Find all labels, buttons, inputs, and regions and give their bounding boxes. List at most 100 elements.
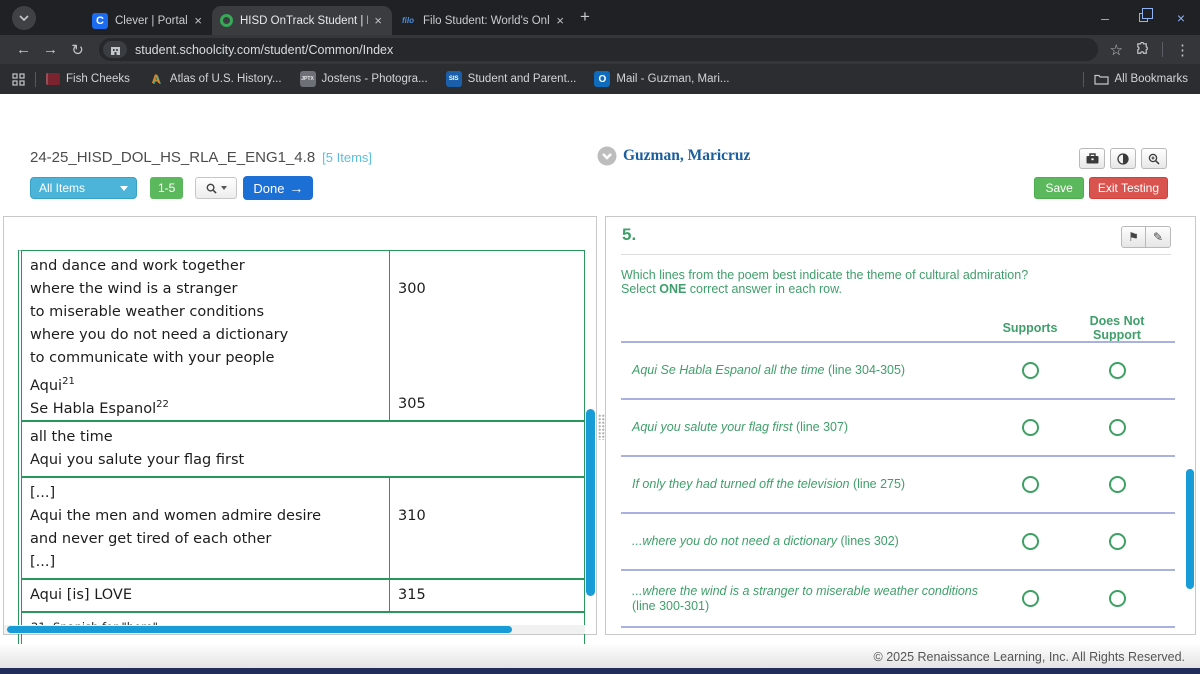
answer-row-label: ...where you do not need a dictionary (l… (632, 534, 899, 548)
back-button[interactable]: ← (10, 41, 37, 58)
radio-supports[interactable] (1022, 476, 1039, 493)
line-number: 300 (398, 281, 426, 297)
radio-does-not-support[interactable] (1109, 533, 1126, 550)
radio-supports[interactable] (1022, 533, 1039, 550)
window-restore-button[interactable] (1124, 0, 1162, 35)
answer-row-label: Aqui Se Habla Espanol all the time (line… (632, 363, 906, 377)
window-minimize-button[interactable]: – (1086, 0, 1124, 35)
extensions-icon[interactable] (1135, 42, 1150, 57)
bookmark-item[interactable]: SIS Student and Parent... (445, 71, 576, 87)
poem-line-numbers: 315 (390, 580, 584, 611)
question-vertical-scrollbar[interactable] (1186, 469, 1194, 589)
poem-line-numbers: 310 (390, 478, 584, 578)
tab-close-icon[interactable]: × (192, 13, 204, 28)
line-number (398, 528, 584, 551)
bookmark-item[interactable]: A Atlas of U.S. History... (148, 71, 282, 87)
contrast-button[interactable] (1110, 148, 1136, 169)
items-count-badge: [5 Items] (322, 150, 373, 165)
answer-row-label: ...where the wind is a stranger to miser… (632, 583, 979, 613)
student-header: Guzman, Maricruz (597, 146, 750, 166)
poem-stanza: [...] Aqui the men and women admire desir… (22, 478, 584, 580)
poem-stanza: and dance and work together where the win… (22, 251, 584, 422)
bookmark-label: Jostens - Photogra... (321, 73, 428, 85)
passage-vertical-scrollbar[interactable] (586, 409, 595, 596)
radio-does-not-support[interactable] (1109, 362, 1126, 379)
notes-button[interactable]: ✎ (1146, 226, 1171, 248)
poem-line-numbers: 300 305 (390, 251, 584, 420)
new-tab-button[interactable]: + (580, 7, 590, 27)
line-number (398, 255, 584, 278)
tab-search-chevron-icon[interactable] (12, 6, 36, 30)
line-number: 310 (398, 508, 426, 524)
line-number (398, 370, 584, 393)
browser-tab[interactable]: C Clever | Portal × (84, 6, 212, 35)
bookmark-label: Atlas of U.S. History... (169, 73, 282, 85)
item-filter-dropdown[interactable]: All Items (30, 177, 137, 199)
filo-favicon-icon: filo (402, 16, 414, 25)
apps-grid-icon[interactable] (12, 72, 25, 86)
radio-does-not-support[interactable] (1109, 419, 1126, 436)
poem-line: all the time (30, 429, 113, 445)
hisd-favicon-icon (220, 14, 233, 27)
save-button[interactable]: Save (1034, 177, 1084, 199)
sis-bookmark-icon: SIS (445, 71, 462, 87)
passage-horizontal-scrollbar[interactable] (7, 626, 512, 633)
line-number: 315 (398, 587, 426, 603)
bookmarks-bar: Fish Cheeks A Atlas of U.S. History... JPTX… (0, 64, 1200, 94)
line-number (398, 551, 584, 574)
browser-tab[interactable]: HISD OnTrack Student | Renais × (212, 6, 392, 35)
search-dropdown-button[interactable] (195, 177, 238, 199)
poem-lines: Aqui [is] LOVE (22, 580, 390, 611)
chevron-down-icon (120, 185, 128, 191)
exit-testing-button[interactable]: Exit Testing (1088, 177, 1168, 199)
site-info-icon[interactable] (103, 41, 127, 58)
tab-close-icon[interactable]: × (372, 13, 384, 28)
line-number (398, 301, 584, 324)
answer-row: Aqui you salute your flag first (line 30… (621, 400, 1175, 457)
address-bar[interactable]: student.schoolcity.com/student/Common/In… (99, 38, 1098, 61)
bookmark-star-icon[interactable]: ☆ (1110, 41, 1123, 59)
poem-lines: and dance and work together where the win… (22, 251, 390, 420)
tab-title: Clever | Portal (115, 14, 188, 27)
bookmark-item[interactable]: JPTX Jostens - Photogra... (299, 71, 428, 87)
browser-menu-icon[interactable]: ⋮ (1175, 41, 1190, 59)
line-number (398, 482, 584, 505)
done-button[interactable]: Done → (243, 176, 314, 200)
passage-horizontal-scrollbar-track[interactable] (4, 625, 585, 634)
bookmark-label: Fish Cheeks (66, 73, 130, 85)
answer-row: ...where you do not need a dictionary (l… (621, 514, 1175, 571)
item-range-button[interactable]: 1-5 (150, 177, 184, 199)
radio-does-not-support[interactable] (1109, 590, 1126, 607)
poem-lines: [...] Aqui the men and women admire desir… (22, 478, 390, 578)
poem-stanza: Aqui [is] LOVE 315 (22, 580, 584, 613)
zoom-button[interactable] (1141, 148, 1167, 169)
poem-line: Aqui you salute your flag first (30, 452, 245, 468)
poem-line: where the wind is a stranger (30, 281, 238, 297)
browser-tab[interactable]: filo Filo Student: World's Only Live × (392, 6, 574, 35)
panel-resize-handle[interactable] (598, 414, 605, 440)
flag-question-button[interactable]: ⚑ (1121, 226, 1146, 248)
radio-supports[interactable] (1022, 419, 1039, 436)
all-bookmarks-label[interactable]: All Bookmarks (1115, 73, 1189, 85)
radio-supports[interactable] (1022, 362, 1039, 379)
bookmark-label: Mail - Guzman, Mari... (616, 73, 730, 85)
clever-favicon-icon: C (92, 12, 108, 29)
bookmark-item[interactable]: O Mail - Guzman, Mari... (594, 71, 729, 87)
window-close-button[interactable]: × (1162, 0, 1200, 35)
question-panel: 5. ⚑ ✎ Which lines from the poem best in… (605, 216, 1196, 635)
poem-line: [...] (30, 485, 56, 501)
toolbox-button[interactable] (1079, 148, 1105, 169)
done-arrow-icon: → (289, 180, 304, 196)
student-chevron-icon[interactable] (597, 146, 617, 166)
radio-does-not-support[interactable] (1109, 476, 1126, 493)
url-text: student.schoolcity.com/student/Common/In… (135, 42, 394, 57)
radio-supports[interactable] (1022, 590, 1039, 607)
answer-row: Aqui Se Habla Espanol all the time (line… (621, 343, 1175, 400)
forward-button[interactable]: → (37, 41, 64, 58)
folder-icon (1093, 73, 1109, 85)
poem-line: to miserable weather conditions (30, 304, 265, 320)
search-icon (206, 183, 217, 194)
reload-button[interactable]: ↻ (64, 41, 91, 59)
bookmark-item[interactable]: Fish Cheeks (46, 73, 130, 85)
tab-close-icon[interactable]: × (554, 13, 566, 28)
